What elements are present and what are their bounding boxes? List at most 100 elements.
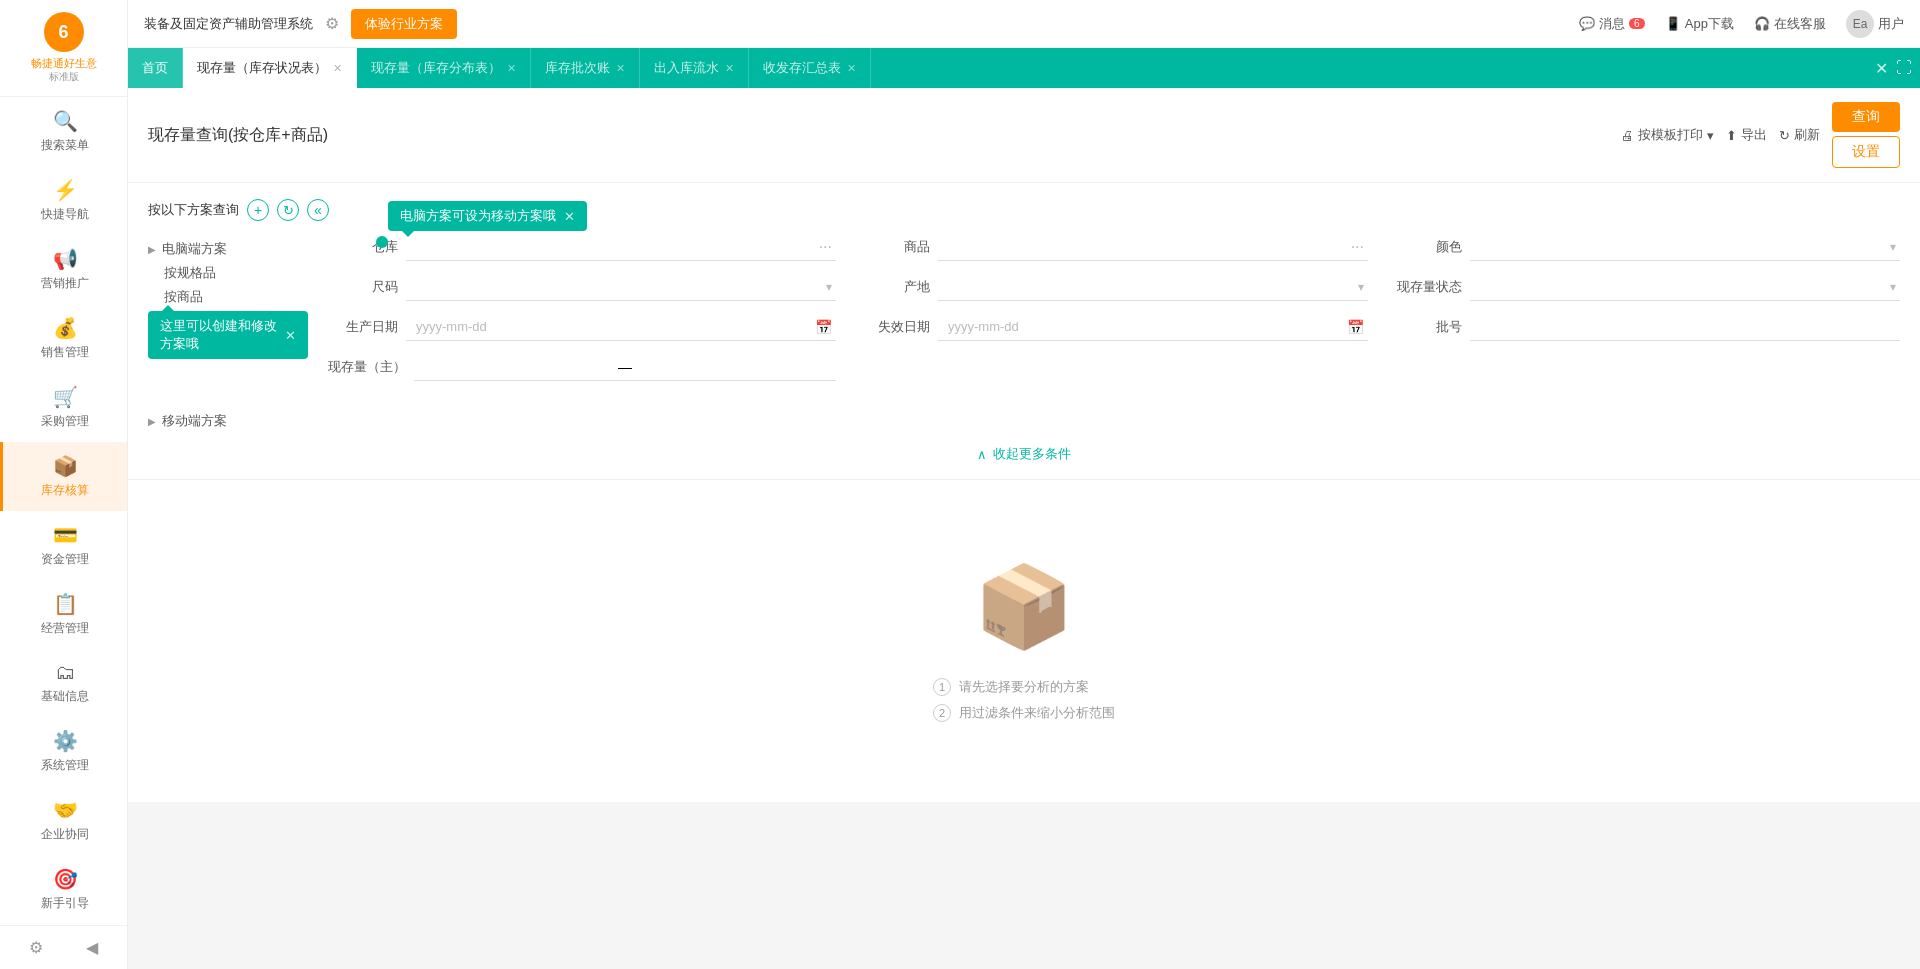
tab-inventory-dist[interactable]: 现存量（库存分布表） ✕: [357, 48, 531, 88]
batch-input[interactable]: [1474, 315, 1896, 338]
filter-label: 按以下方案查询: [148, 201, 239, 219]
sidebar-item-basic[interactable]: 🗂 基础信息: [0, 649, 127, 717]
filter-refresh-button[interactable]: ↻: [277, 199, 299, 221]
sidebar-item-system[interactable]: ⚙️ 系统管理: [0, 717, 127, 786]
size-down-icon[interactable]: ▾: [826, 280, 832, 294]
tab-recv-send[interactable]: 收发存汇总表 ✕: [749, 48, 871, 88]
topbar-left: 装备及固定资产辅助管理系统 ⚙ 体验行业方案: [144, 9, 457, 39]
tab-in-out-flow-label: 出入库流水: [654, 59, 719, 77]
plan-pc[interactable]: ▶ 电脑端方案: [148, 237, 308, 261]
search-button[interactable]: 查询: [1832, 102, 1900, 132]
service-icon: 🎧: [1754, 16, 1770, 31]
status-down-icon[interactable]: ▾: [1890, 280, 1896, 294]
warehouse-dots-icon[interactable]: ···: [819, 238, 832, 256]
sidebar-item-inventory[interactable]: 📦 库存核算: [0, 442, 127, 511]
expire-date-cal-icon[interactable]: 📅: [1347, 319, 1364, 335]
sidebar-item-purchase[interactable]: 🛒 采购管理: [0, 373, 127, 442]
goods-input[interactable]: [942, 235, 1351, 258]
tooltip-pc-plan-close[interactable]: ✕: [564, 209, 575, 224]
app-download-group[interactable]: 📱 App下载: [1665, 15, 1734, 33]
plan-mobile[interactable]: ▶ 移动端方案: [148, 409, 308, 433]
collapse-button[interactable]: ∧ 收起更多条件: [977, 445, 1071, 463]
sidebar-item-operations[interactable]: 📋 经营管理: [0, 580, 127, 649]
tab-batch-account[interactable]: 库存批次账 ✕: [531, 48, 640, 88]
logo-icon: 6: [44, 12, 84, 52]
online-service-group[interactable]: 🎧 在线客服: [1754, 15, 1826, 33]
industry-btn[interactable]: 体验行业方案: [351, 9, 457, 39]
tooltip-plan-edit-close[interactable]: ✕: [285, 328, 296, 343]
user-group[interactable]: Ea 用户: [1846, 10, 1904, 38]
tab-home[interactable]: 首页: [128, 48, 183, 88]
filter-field-produce-date: 生产日期 📅: [328, 313, 836, 341]
produce-date-input[interactable]: [410, 315, 815, 338]
search-nav-icon: 🔍: [53, 109, 78, 133]
origin-input[interactable]: [942, 275, 1358, 298]
quick-nav-icon: ⚡: [53, 178, 78, 202]
sidebar-item-finance[interactable]: 💳 资金管理: [0, 511, 127, 580]
filter-back-button[interactable]: «: [307, 199, 329, 221]
size-input[interactable]: [410, 275, 826, 298]
tab-batch-account-label: 库存批次账: [545, 59, 610, 77]
sidebar-item-search[interactable]: 🔍 搜索菜单: [0, 97, 127, 166]
export-icon: ⬆: [1726, 128, 1737, 143]
plan-pc-item-0[interactable]: 按规格品: [164, 261, 308, 285]
tab-in-out-flow-close[interactable]: ✕: [725, 62, 734, 75]
purchase-nav-icon: 🛒: [53, 385, 78, 409]
gear-icon[interactable]: ⚙: [325, 14, 339, 33]
page-actions: 🖨 按模板打印 ▾ ⬆ 导出 ↻ 刷新 查询 设置: [1621, 102, 1900, 168]
tabbar-end: ✕ ⛶: [1867, 48, 1920, 88]
collapse-sidebar-icon[interactable]: ◀: [86, 938, 98, 957]
settings-bottom-icon[interactable]: ⚙: [29, 938, 43, 957]
tab-inventory-status-close[interactable]: ✕: [333, 62, 342, 75]
sidebar-nav: 🔍 搜索菜单 ⚡ 快捷导航 📢 营销推广 💰 销售管理 🛒 采购管理 📦 库存核…: [0, 97, 127, 925]
sidebar-item-enterprise[interactable]: 🤝 企业协同: [0, 786, 127, 855]
basic-nav-icon: 🗂: [55, 661, 75, 684]
origin-down-icon[interactable]: ▾: [1358, 280, 1364, 294]
tab-in-out-flow[interactable]: 出入库流水 ✕: [640, 48, 749, 88]
tab-fullscreen-icon[interactable]: ⛶: [1896, 59, 1912, 77]
expire-date-input[interactable]: [942, 315, 1347, 338]
sidebar-item-marketing[interactable]: 📢 营销推广: [0, 235, 127, 304]
empty-text: 1 请先选择要分析的方案 2 用过滤条件来缩小分析范围: [933, 678, 1115, 722]
color-down-icon[interactable]: ▾: [1890, 240, 1896, 254]
app-download-label: App下载: [1685, 15, 1734, 33]
sidebar-label-system: 系统管理: [41, 757, 89, 774]
color-label: 颜色: [1392, 238, 1462, 256]
tab-inventory-status[interactable]: 现存量（库存状况表） ✕: [183, 48, 357, 88]
sidebar-item-guide[interactable]: 🎯 新手引导: [0, 855, 127, 924]
tab-recv-send-close[interactable]: ✕: [847, 62, 856, 75]
system-nav-icon: ⚙️: [53, 729, 78, 753]
refresh-icon: ↻: [1779, 128, 1790, 143]
message-group[interactable]: 💬 消息 6: [1579, 15, 1645, 33]
filter-add-button[interactable]: +: [247, 199, 269, 221]
filter-field-status: 现存量状态 ▾: [1392, 273, 1900, 301]
sidebar-logo: 6 畅捷通好生意 标准版: [0, 0, 127, 97]
produce-date-cal-icon[interactable]: 📅: [815, 319, 832, 335]
print-btn[interactable]: 🖨 按模板打印 ▾: [1621, 126, 1714, 144]
sidebar-label-purchase: 采购管理: [41, 413, 89, 430]
tab-close-all-icon[interactable]: ✕: [1875, 59, 1888, 78]
refresh-btn[interactable]: ↻ 刷新: [1779, 126, 1820, 144]
plan-pc-item-1[interactable]: 按商品: [164, 285, 308, 309]
enterprise-nav-icon: 🤝: [53, 798, 78, 822]
sidebar-item-sales[interactable]: 💰 销售管理: [0, 304, 127, 373]
filter-area: 按以下方案查询 + ↻ « 电脑方案可设为移动方案哦 ✕ ▶ 电脑端方案 按规格…: [128, 183, 1920, 480]
sidebar-label-inventory: 库存核算: [41, 482, 89, 499]
status-input[interactable]: [1474, 275, 1890, 298]
set-button[interactable]: 设置: [1832, 136, 1900, 168]
sidebar-item-quick[interactable]: ⚡ 快捷导航: [0, 166, 127, 235]
qty-from-input[interactable]: [418, 355, 610, 378]
warehouse-input[interactable]: [410, 235, 819, 258]
tab-batch-account-close[interactable]: ✕: [616, 62, 625, 75]
produce-date-label: 生产日期: [328, 318, 398, 336]
color-input[interactable]: [1474, 235, 1890, 258]
goods-dots-icon[interactable]: ···: [1351, 238, 1364, 256]
tab-inventory-dist-close[interactable]: ✕: [507, 62, 516, 75]
main-content: 现存量查询(按仓库+商品) 🖨 按模板打印 ▾ ⬆ 导出 ↻ 刷新 查询 设置: [128, 88, 1920, 969]
qty-to-input[interactable]: [640, 355, 832, 378]
filter-row-2: 尺码 ▾ 产地 ▾ 现存量状态: [328, 273, 1900, 301]
export-btn[interactable]: ⬆ 导出: [1726, 126, 1767, 144]
filter-header: 按以下方案查询 + ↻ « 电脑方案可设为移动方案哦 ✕: [148, 199, 1900, 221]
page-header: 现存量查询(按仓库+商品) 🖨 按模板打印 ▾ ⬆ 导出 ↻ 刷新 查询 设置: [128, 88, 1920, 183]
step-2-text: 用过滤条件来缩小分析范围: [959, 704, 1115, 722]
